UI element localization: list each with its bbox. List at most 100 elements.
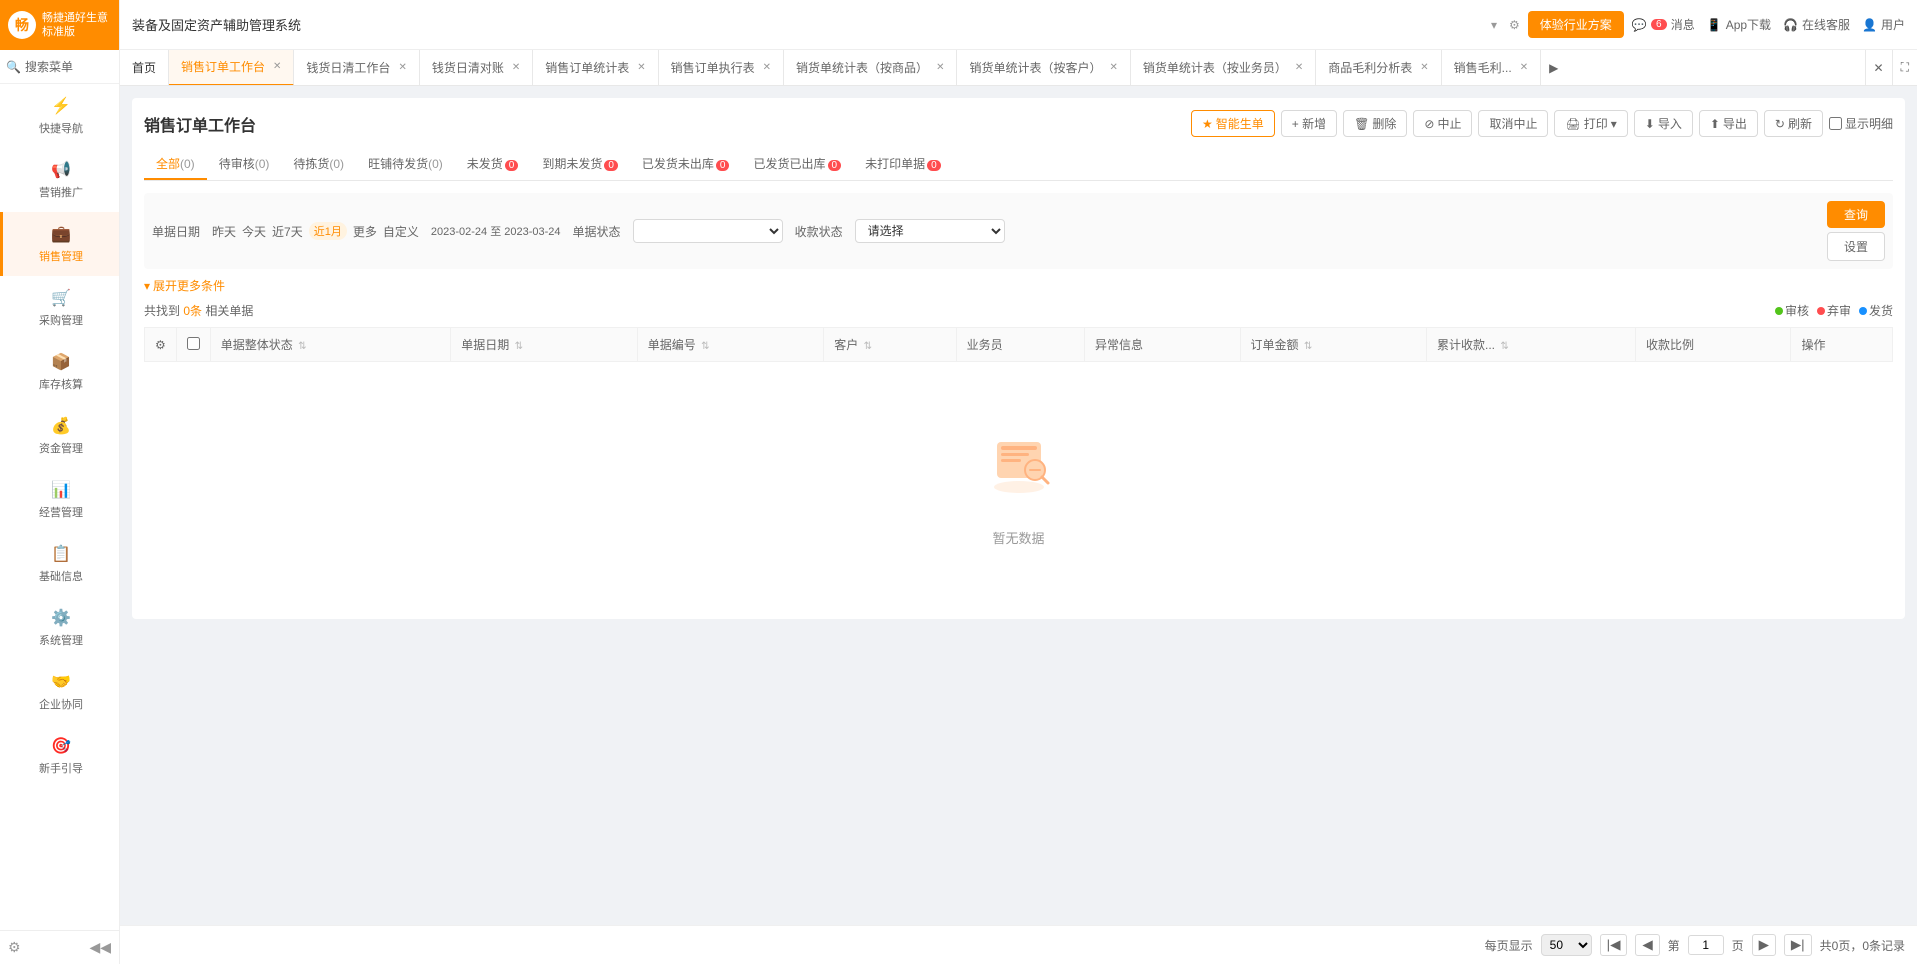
cancel-review-action-btn[interactable]: 弃审: [1817, 302, 1851, 319]
tab-close-sales-workbench[interactable]: ✕: [273, 61, 281, 72]
tab-sales-sum-staff[interactable]: 销货单统计表（按业务员） ✕: [1131, 50, 1316, 86]
quick-nav-icon: ⚡: [51, 96, 71, 116]
settings-icon[interactable]: ⚙: [1509, 18, 1520, 32]
sidebar-item-system[interactable]: ⚙️ 系统管理: [0, 596, 119, 660]
tab-close-cash-reconcile[interactable]: ✕: [512, 62, 520, 73]
sidebar-item-base-info[interactable]: 📋 基础信息: [0, 532, 119, 596]
payment-select[interactable]: 请选择: [855, 219, 1005, 243]
user-btn[interactable]: 👤 用户: [1862, 16, 1905, 33]
sidebar-item-inventory[interactable]: 📦 库存核算: [0, 340, 119, 404]
tab-close-sum-product[interactable]: ✕: [936, 62, 944, 73]
select-all-checkbox[interactable]: [187, 337, 200, 350]
export-btn[interactable]: ⬆ 导出: [1699, 110, 1758, 137]
tab-product-profit[interactable]: 商品毛利分析表 ✕: [1316, 50, 1441, 86]
sidebar-item-newbie[interactable]: 🎯 新手引导: [0, 724, 119, 788]
tab-sales-stats[interactable]: 销售订单统计表 ✕: [533, 50, 658, 86]
tab-sales-exec[interactable]: 销售订单执行表 ✕: [659, 50, 784, 86]
date-opt-1month[interactable]: 近1月: [309, 222, 347, 240]
operations-icon: 📊: [51, 480, 71, 500]
sub-tab-shipped-out[interactable]: 已发货已出库0: [741, 149, 853, 180]
smart-create-btn[interactable]: ★ 智能生单: [1191, 110, 1275, 137]
tab-controls: ✕ ⛶: [1865, 50, 1917, 86]
query-btn[interactable]: 查询: [1827, 201, 1885, 228]
review-dot: [1775, 307, 1783, 315]
tab-sales-more[interactable]: 销售毛利... ✕: [1442, 50, 1541, 86]
sub-tab-pending-review[interactable]: 待审核(0): [207, 149, 282, 180]
sidebar-item-operations[interactable]: 📊 经营管理: [0, 468, 119, 532]
sub-tab-pending-inspect[interactable]: 待拣货(0): [281, 149, 356, 180]
tab-cash-reconcile[interactable]: 钱货日清对账 ✕: [420, 50, 533, 86]
tab-close-sum-staff[interactable]: ✕: [1295, 62, 1303, 73]
tab-more-btn[interactable]: ▶: [1541, 50, 1566, 86]
sort-status-icon[interactable]: ⇅: [298, 341, 306, 352]
ship-action-btn[interactable]: 发货: [1859, 302, 1893, 319]
sidebar-item-marketing[interactable]: 📢 营销推广: [0, 148, 119, 212]
sub-tab-shipped-not-out[interactable]: 已发货未出库0: [630, 149, 742, 180]
refresh-btn[interactable]: ↻ 刷新: [1764, 110, 1823, 137]
sidebar-item-purchase[interactable]: 🛒 采购管理: [0, 276, 119, 340]
sub-tab-overdue-not-shipped[interactable]: 到期未发货0: [530, 149, 630, 180]
sidebar-item-sales[interactable]: 💼 销售管理: [0, 212, 119, 276]
status-select[interactable]: [633, 219, 783, 243]
sub-tab-all[interactable]: 全部(0): [144, 149, 207, 180]
tab-close-sales-more[interactable]: ✕: [1520, 62, 1528, 73]
next-page-btn[interactable]: ▶: [1752, 934, 1776, 956]
sort-date-icon[interactable]: ⇅: [515, 341, 523, 352]
import-btn[interactable]: ⬇ 导入: [1634, 110, 1693, 137]
cancel-stop-btn[interactable]: 取消中止: [1478, 110, 1548, 137]
sort-amount-icon[interactable]: ⇅: [1304, 341, 1312, 352]
dropdown-icon[interactable]: ▾: [1491, 18, 1497, 32]
review-action-btn[interactable]: 审核: [1775, 302, 1809, 319]
config-icon[interactable]: ⚙: [155, 338, 166, 352]
first-page-btn[interactable]: |◀: [1600, 934, 1628, 956]
tab-fullscreen-btn[interactable]: ⛶: [1892, 50, 1917, 86]
settings-gear-icon[interactable]: ⚙: [8, 939, 21, 956]
add-btn[interactable]: + 新增: [1281, 110, 1337, 137]
delete-btn[interactable]: 🗑 删除: [1343, 110, 1407, 137]
online-service-btn[interactable]: 🎧 在线客服: [1783, 16, 1850, 33]
app-download-btn[interactable]: 📱 App下载: [1707, 16, 1771, 33]
top-header: 装备及固定资产辅助管理系统 ▾ ⚙ 体验行业方案 💬 6 消息 📱 App下载 …: [120, 0, 1917, 50]
tab-close-sales-stats[interactable]: ✕: [637, 62, 645, 73]
sidebar-item-finance[interactable]: 💰 资金管理: [0, 404, 119, 468]
prev-page-btn[interactable]: ◀: [1635, 934, 1659, 956]
tab-close-sales-exec[interactable]: ✕: [763, 62, 771, 73]
sidebar-item-quick-nav[interactable]: ⚡ 快捷导航: [0, 84, 119, 148]
sidebar: 畅 畅捷通好生意 标准版 🔍 搜索菜单 ⚡ 快捷导航 📢 营销推广 💼 销售管理…: [0, 0, 120, 964]
tab-close-sum-customer[interactable]: ✕: [1109, 62, 1117, 73]
sidebar-item-enterprise[interactable]: 🤝 企业协同: [0, 660, 119, 724]
tab-sales-sum-product[interactable]: 销货单统计表（按商品） ✕: [784, 50, 957, 86]
tab-cash-daily[interactable]: 钱货日清工作台 ✕: [294, 50, 419, 86]
print-btn[interactable]: 🖨 打印 ▾: [1554, 110, 1627, 137]
stop-btn[interactable]: ⊘ 中止: [1413, 110, 1472, 137]
expand-filter-btn[interactable]: ▾ 展开更多条件: [144, 277, 1893, 294]
message-btn[interactable]: 💬 6 消息: [1632, 16, 1695, 33]
tab-close-cash-daily[interactable]: ✕: [398, 62, 406, 73]
sub-tab-wangpu[interactable]: 旺铺待发货(0): [356, 149, 455, 180]
tab-close-all-btn[interactable]: ✕: [1865, 50, 1892, 86]
sub-tab-not-shipped[interactable]: 未发货0: [455, 149, 531, 180]
date-opt-7days[interactable]: 近7天: [272, 223, 303, 240]
tab-close-product-profit[interactable]: ✕: [1420, 62, 1428, 73]
collapse-sidebar-btn[interactable]: ◀◀: [89, 939, 111, 956]
sort-number-icon[interactable]: ⇅: [701, 341, 709, 352]
sort-customer-icon[interactable]: ⇅: [864, 341, 872, 352]
sort-collected-icon[interactable]: ⇅: [1500, 341, 1508, 352]
setting-btn[interactable]: 设置: [1827, 232, 1885, 261]
tab-home[interactable]: 首页: [120, 50, 169, 86]
sidebar-item-search[interactable]: 🔍 搜索菜单: [0, 50, 119, 84]
sub-tab-not-printed[interactable]: 未打印单据0: [853, 149, 953, 180]
table-body: 暂无数据: [145, 362, 1893, 608]
tab-sales-sum-customer[interactable]: 销货单统计表（按客户） ✕: [957, 50, 1130, 86]
last-page-btn[interactable]: ▶|: [1784, 934, 1812, 956]
date-opt-more[interactable]: 更多: [353, 223, 377, 240]
date-opt-today[interactable]: 今天: [242, 223, 266, 240]
date-opt-yesterday[interactable]: 昨天: [212, 223, 236, 240]
experience-btn[interactable]: 体验行业方案: [1528, 11, 1624, 38]
show-detail-checkbox[interactable]: [1829, 117, 1842, 130]
col-amount: 订单金额 ⇅: [1240, 328, 1426, 362]
page-size-select[interactable]: 10 20 50 100: [1541, 934, 1592, 956]
date-opt-custom[interactable]: 自定义: [383, 223, 419, 240]
tab-sales-workbench[interactable]: 销售订单工作台 ✕: [169, 50, 294, 86]
page-input[interactable]: [1688, 935, 1724, 955]
